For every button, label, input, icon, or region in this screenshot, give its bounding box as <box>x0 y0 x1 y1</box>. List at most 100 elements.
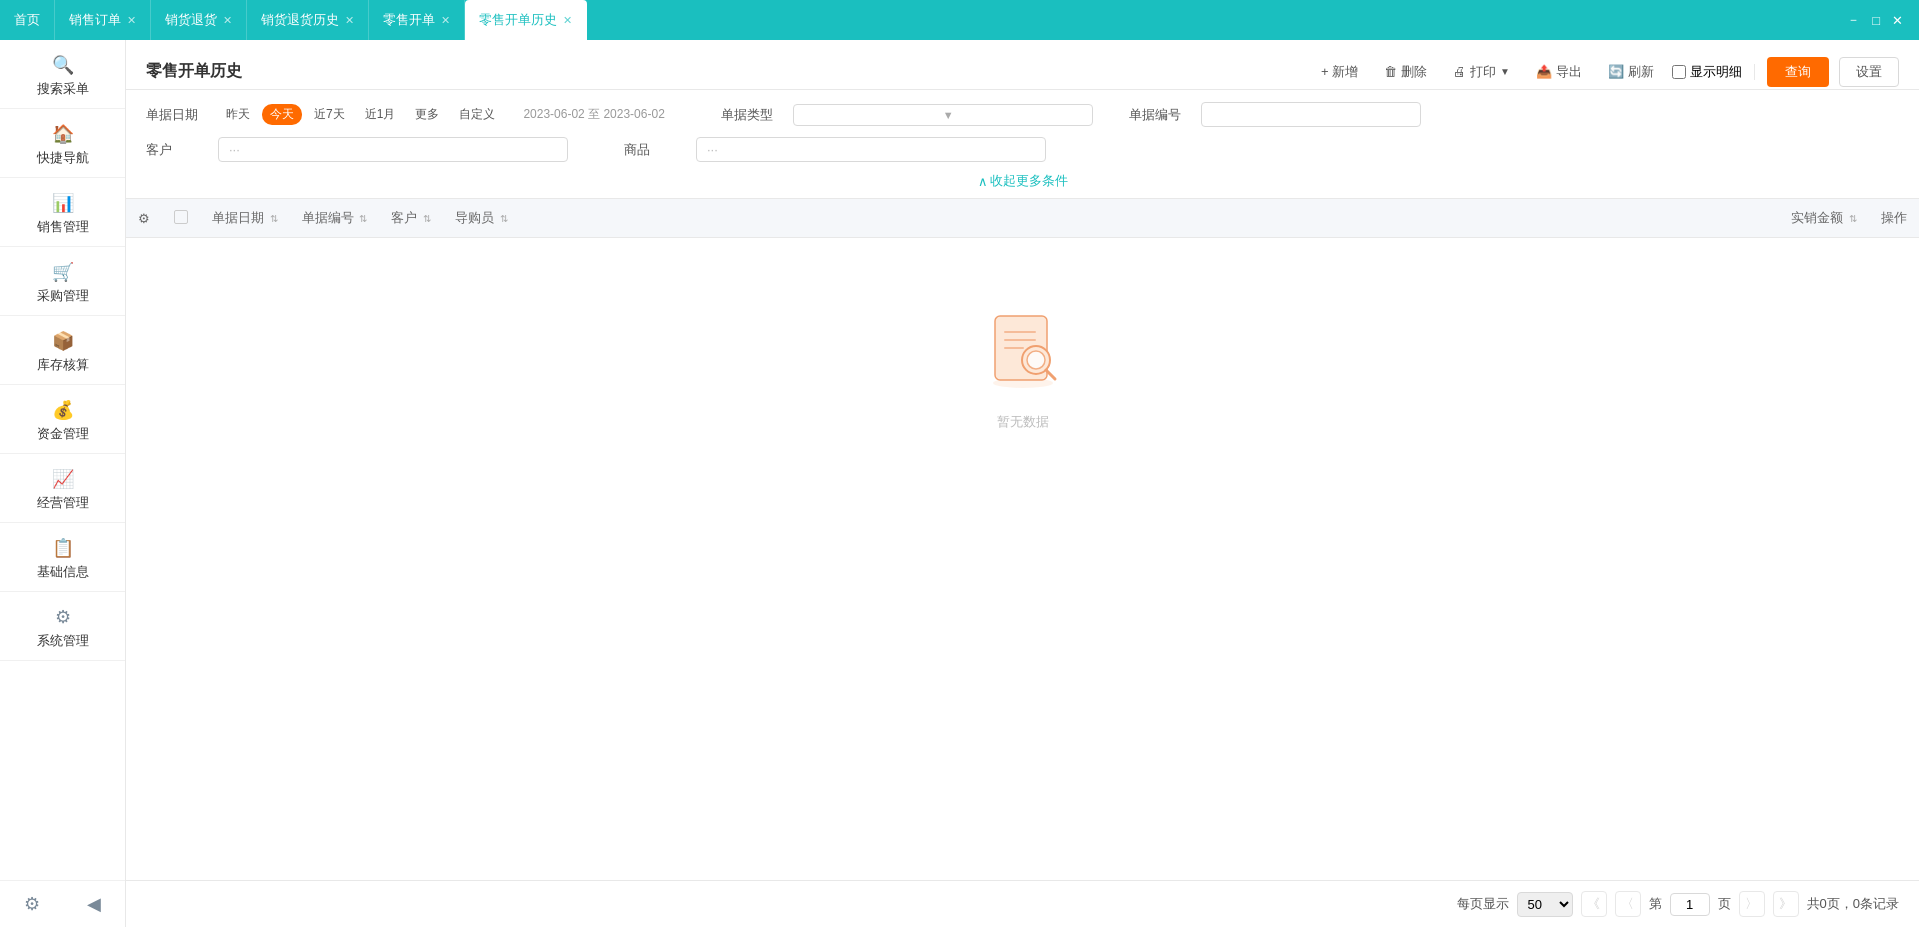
main-layout: 🔍 搜索采单 🏠 快捷导航 📊 销售管理 🛒 采购管理 📦 库存核算 💰 资金管… <box>0 40 1919 927</box>
page-header: 零售开单历史 + 新增 🗑 删除 🖨 打印 ▼ 📤 导出 <box>126 40 1919 90</box>
settings-icon[interactable]: ⚙ <box>24 893 40 915</box>
tab-sales-return[interactable]: 销货退货 ✕ <box>151 0 247 40</box>
tab-retail-open-history[interactable]: 零售开单历史 ✕ <box>465 0 587 40</box>
date-range: 2023-06-02 至 2023-06-02 <box>523 106 664 123</box>
last-page-icon: 》 <box>1779 895 1792 913</box>
first-page-button[interactable]: 《 <box>1581 891 1607 917</box>
close-sales-order[interactable]: ✕ <box>127 14 136 27</box>
last-page-button[interactable]: 》 <box>1773 891 1799 917</box>
data-table: ⚙ 单据日期 ⇅ 单据编号 ⇅ <box>126 199 1919 238</box>
print-dropdown-icon: ▼ <box>1500 66 1510 77</box>
empty-illustration <box>973 298 1073 398</box>
refresh-icon: 🔄 <box>1608 64 1624 79</box>
date-btn-today[interactable]: 今天 <box>262 104 302 125</box>
collapse-button[interactable]: ∧ 收起更多条件 <box>978 172 1068 190</box>
delete-button[interactable]: 🗑 删除 <box>1376 59 1435 85</box>
th-customer[interactable]: 客户 ⇅ <box>379 199 443 238</box>
doc-type-select[interactable]: ▼ <box>793 104 1093 126</box>
close-sales-return-history[interactable]: ✕ <box>345 14 354 27</box>
window-maximize[interactable]: □ <box>1872 13 1880 28</box>
page-number-input[interactable] <box>1670 893 1710 916</box>
sidebar-item-operations[interactable]: 📈 经营管理 <box>0 454 125 523</box>
customer-placeholder: ··· <box>229 142 557 157</box>
close-retail-open[interactable]: ✕ <box>441 14 450 27</box>
th-amount[interactable]: 实销金额 ⇅ <box>1779 199 1869 238</box>
quick-nav-icon: 🏠 <box>52 123 74 145</box>
close-retail-open-history[interactable]: ✕ <box>563 14 572 27</box>
customer-select[interactable]: ··· <box>218 137 568 162</box>
export-button[interactable]: 📤 导出 <box>1528 59 1590 85</box>
inventory-icon: 📦 <box>52 330 74 352</box>
per-page-label: 每页显示 <box>1457 895 1509 913</box>
header-actions: + 新增 🗑 删除 🖨 打印 ▼ 📤 导出 🔄 刷新 <box>1313 57 1899 87</box>
doc-type-label: 单据类型 <box>721 106 777 124</box>
date-btn-last1month[interactable]: 近1月 <box>357 104 404 125</box>
per-page-select[interactable]: 50 20 100 <box>1517 892 1573 917</box>
tab-sales-order[interactable]: 销售订单 ✕ <box>55 0 151 40</box>
date-btn-custom[interactable]: 自定义 <box>451 104 503 125</box>
th-check[interactable] <box>162 199 200 238</box>
doc-no-input[interactable] <box>1201 102 1421 127</box>
window-close[interactable]: ✕ <box>1892 13 1903 28</box>
gear-icon[interactable]: ⚙ <box>138 211 150 226</box>
sidebar-item-sales-mgmt[interactable]: 📊 销售管理 <box>0 178 125 247</box>
header-checkbox[interactable] <box>174 210 188 224</box>
filter-row-2: 客户 ··· 商品 ··· <box>146 137 1899 162</box>
table-area: ⚙ 单据日期 ⇅ 单据编号 ⇅ <box>126 199 1919 880</box>
next-page-icon: 〉 <box>1745 895 1758 913</box>
sidebar-item-search-order[interactable]: 🔍 搜索采单 <box>0 40 125 109</box>
page-title: 零售开单历史 <box>146 61 242 82</box>
th-operation: 操作 <box>1869 199 1919 238</box>
th-salesperson[interactable]: 导购员 ⇅ <box>443 199 520 238</box>
sort-salesperson-icon: ⇅ <box>500 213 508 224</box>
prev-page-button[interactable]: 〈 <box>1615 891 1641 917</box>
date-btn-more[interactable]: 更多 <box>407 104 447 125</box>
next-page-button[interactable]: 〉 <box>1739 891 1765 917</box>
add-button[interactable]: + 新增 <box>1313 59 1366 85</box>
empty-text: 暂无数据 <box>997 413 1049 431</box>
close-sales-return[interactable]: ✕ <box>223 14 232 27</box>
th-date[interactable]: 单据日期 ⇅ <box>200 199 290 238</box>
sidebar-bottom: ⚙ ◀ <box>0 880 125 927</box>
query-button[interactable]: 查询 <box>1767 57 1829 87</box>
window-minimize[interactable]: － <box>1847 11 1860 29</box>
date-btn-last7[interactable]: 近7天 <box>306 104 353 125</box>
date-btn-yesterday[interactable]: 昨天 <box>218 104 258 125</box>
sidebar-item-finance[interactable]: 💰 资金管理 <box>0 385 125 454</box>
sort-date-icon: ⇅ <box>270 213 278 224</box>
show-detail-checkbox[interactable] <box>1672 65 1686 79</box>
prev-page-icon: 〈 <box>1621 895 1634 913</box>
date-buttons: 昨天 今天 近7天 近1月 更多 自定义 <box>218 104 503 125</box>
print-button[interactable]: 🖨 打印 ▼ <box>1445 59 1518 85</box>
sidebar-item-inventory[interactable]: 📦 库存核算 <box>0 316 125 385</box>
export-icon: 📤 <box>1536 64 1552 79</box>
pagination-bar: 每页显示 50 20 100 《 〈 第 页 〉 》 共0页，0条记录 <box>126 880 1919 927</box>
sort-customer-icon: ⇅ <box>423 213 431 224</box>
goods-label: 商品 <box>624 141 680 159</box>
sales-mgmt-icon: 📊 <box>52 192 74 214</box>
tab-sales-return-history[interactable]: 销货退货历史 ✕ <box>247 0 369 40</box>
page-prefix: 第 <box>1649 895 1662 913</box>
collapse-sidebar-icon[interactable]: ◀ <box>87 893 101 915</box>
doc-type-arrow-icon: ▼ <box>943 109 1082 121</box>
window-controls: － □ ✕ <box>1847 11 1919 29</box>
sidebar-item-quick-nav[interactable]: 🏠 快捷导航 <box>0 109 125 178</box>
filter-area: 单据日期 昨天 今天 近7天 近1月 更多 自定义 2023-06-02 至 2… <box>126 90 1919 199</box>
show-detail-toggle[interactable]: 显示明细 <box>1672 63 1742 81</box>
empty-icon <box>973 298 1073 401</box>
purchase-mgmt-icon: 🛒 <box>52 261 74 283</box>
system-icon: ⚙ <box>55 606 71 628</box>
tab-retail-open[interactable]: 零售开单 ✕ <box>369 0 465 40</box>
setting-button[interactable]: 设置 <box>1839 57 1899 87</box>
tab-home[interactable]: 首页 <box>0 0 55 40</box>
sidebar-item-basic-info[interactable]: 📋 基础信息 <box>0 523 125 592</box>
th-no[interactable]: 单据编号 ⇅ <box>290 199 380 238</box>
content-area: 零售开单历史 + 新增 🗑 删除 🖨 打印 ▼ 📤 导出 <box>126 40 1919 927</box>
goods-select[interactable]: ··· <box>696 137 1046 162</box>
search-order-icon: 🔍 <box>52 54 74 76</box>
refresh-button[interactable]: 🔄 刷新 <box>1600 59 1662 85</box>
sidebar-item-system[interactable]: ⚙ 系统管理 <box>0 592 125 661</box>
th-gear[interactable]: ⚙ <box>126 199 162 238</box>
doc-no-label: 单据编号 <box>1129 106 1185 124</box>
sidebar-item-purchase-mgmt[interactable]: 🛒 采购管理 <box>0 247 125 316</box>
